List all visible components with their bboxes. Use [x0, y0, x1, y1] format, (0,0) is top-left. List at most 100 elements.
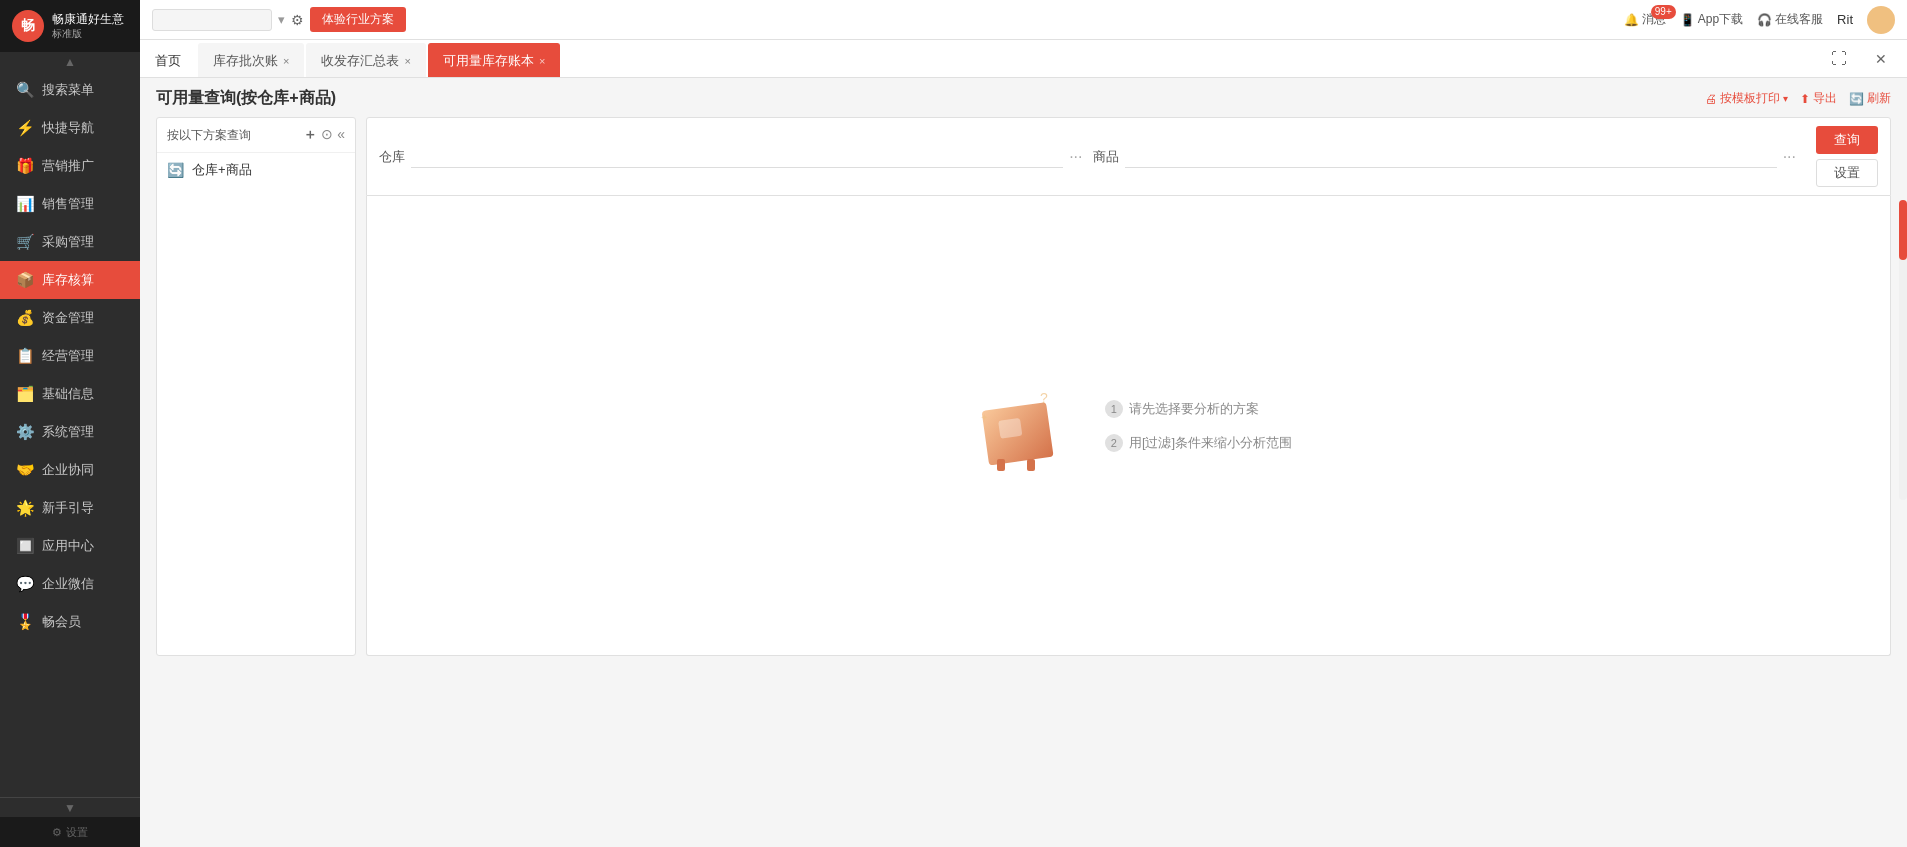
- sidebar-item-guide[interactable]: 🌟 新手引导: [0, 489, 140, 527]
- tab-home[interactable]: 首页: [140, 43, 196, 77]
- tab-refresh-button[interactable]: ✕: [1875, 51, 1887, 67]
- sidebar-item-marketing[interactable]: 🎁 营销推广: [0, 147, 140, 185]
- goods-more-dots[interactable]: ···: [1783, 148, 1796, 166]
- hint-2-text: 用[过滤]条件来缩小分析范围: [1129, 430, 1292, 456]
- sidebar-brand-text: 畅康通好生意 标准版: [52, 12, 124, 41]
- gift-icon: 🎁: [16, 157, 34, 175]
- main-area: ▾ ⚙ 体验行业方案 🔔 消息 99+ 📱 App下载 🎧 在线客服 Rit: [140, 0, 1907, 847]
- user-name: Rit: [1837, 12, 1853, 27]
- goods-filter-field: 商品 ···: [1093, 146, 1797, 168]
- content-layout: 按以下方案查询 ＋ ⊙ « 🔄 仓库+商品 仓库: [140, 109, 1907, 656]
- sidebar-item-inventory[interactable]: 📦 库存核算: [0, 261, 140, 299]
- sidebar-item-system[interactable]: ⚙️ 系统管理: [0, 413, 140, 451]
- filter-panel-title: 按以下方案查询: [167, 127, 251, 144]
- sidebar-item-search[interactable]: 🔍 搜索菜单: [0, 71, 140, 109]
- settings-filter-icon[interactable]: ⊙: [321, 126, 333, 144]
- sidebar-item-basic[interactable]: 🗂️ 基础信息: [0, 375, 140, 413]
- tab-receipt-close-icon[interactable]: ×: [404, 55, 410, 67]
- sidebar-item-operations[interactable]: 📋 经营管理: [0, 337, 140, 375]
- cart-icon: 🛒: [16, 233, 34, 251]
- topbar-dropdown-arrow[interactable]: ▾: [278, 12, 285, 27]
- sidebar-footer: ⚙ 设置: [0, 817, 140, 847]
- trial-button[interactable]: 体验行业方案: [310, 7, 406, 32]
- sidebar-item-member[interactable]: 🎖️ 畅会员: [0, 603, 140, 641]
- empty-hints: 1 请先选择要分析的方案 2 用[过滤]条件来缩小分析范围: [1105, 396, 1292, 456]
- settings-button[interactable]: 设置: [1816, 159, 1878, 187]
- empty-box-svg: ? ✦: [965, 371, 1075, 481]
- goods-label: 商品: [1093, 148, 1119, 166]
- svg-text:?: ?: [1040, 390, 1048, 406]
- headset-icon: 🎧: [1757, 13, 1772, 27]
- message-bell-icon: 🔔: [1624, 13, 1639, 27]
- right-panel: 仓库 ··· 商品 ··· 查询 设置: [366, 117, 1891, 656]
- sidebar-item-shortcut[interactable]: ⚡ 快捷导航: [0, 109, 140, 147]
- star-icon: 🌟: [16, 499, 34, 517]
- sidebar-item-purchase[interactable]: 🛒 采购管理: [0, 223, 140, 261]
- query-action-buttons: 查询 设置: [1806, 126, 1878, 187]
- topbar-left: ▾ ⚙ 体验行业方案: [152, 7, 1616, 32]
- svg-rect-1: [998, 417, 1022, 438]
- apps-icon: 🔲: [16, 537, 34, 555]
- hint-1-text: 请先选择要分析的方案: [1129, 396, 1259, 422]
- hint-2-number: 2: [1105, 434, 1123, 452]
- sidebar-scroll-up[interactable]: ▲: [0, 52, 140, 71]
- chart-icon: 📊: [16, 195, 34, 213]
- phone-icon: 📱: [1680, 13, 1695, 27]
- message-badge: 99+: [1651, 5, 1676, 19]
- warehouse-more-dots[interactable]: ···: [1069, 148, 1082, 166]
- filter-panel: 按以下方案查询 ＋ ⊙ « 🔄 仓库+商品: [156, 117, 356, 656]
- filter-item-warehouse-goods[interactable]: 🔄 仓库+商品: [157, 153, 355, 187]
- hint-1: 1 请先选择要分析的方案: [1105, 396, 1292, 422]
- query-button[interactable]: 查询: [1816, 126, 1878, 154]
- tabs-bar: 首页 库存批次账 × 收发存汇总表 × 可用量库存账本 × ⛶ ✕: [140, 40, 1907, 78]
- print-button[interactable]: 🖨 按模板打印 ▾: [1705, 90, 1788, 107]
- member-icon: 🎖️: [16, 613, 34, 631]
- tab-receipt[interactable]: 收发存汇总表 ×: [306, 43, 425, 77]
- sidebar-item-apps[interactable]: 🔲 应用中心: [0, 527, 140, 565]
- empty-state-content: ? ✦ 1 请先选择要分析的方案 2 用[: [965, 371, 1292, 481]
- goods-input[interactable]: [1125, 146, 1777, 168]
- sidebar-header: 畅 畅康通好生意 标准版: [0, 0, 140, 52]
- empty-illustration: ? ✦: [965, 371, 1075, 481]
- topbar-search-input[interactable]: [152, 9, 272, 31]
- sidebar-item-company[interactable]: 🤝 企业协同: [0, 451, 140, 489]
- hint-1-number: 1: [1105, 400, 1123, 418]
- add-filter-icon[interactable]: ＋: [303, 126, 317, 144]
- topbar-gear-icon[interactable]: ⚙: [291, 12, 304, 28]
- gear-icon: ⚙️: [16, 423, 34, 441]
- refresh-button[interactable]: 🔄 刷新: [1849, 90, 1891, 107]
- app-download-link[interactable]: 📱 App下载: [1680, 11, 1743, 28]
- online-service-link[interactable]: 🎧 在线客服: [1757, 11, 1823, 28]
- tab-available-close-icon[interactable]: ×: [539, 55, 545, 67]
- svg-rect-3: [1027, 459, 1035, 471]
- sidebar-item-sales[interactable]: 📊 销售管理: [0, 185, 140, 223]
- sidebar-scroll-down[interactable]: ▼: [0, 797, 140, 817]
- filter-header-actions: ＋ ⊙ «: [303, 126, 345, 144]
- box-icon: 📦: [16, 271, 34, 289]
- tab-batch-close-icon[interactable]: ×: [283, 55, 289, 67]
- money-icon: 💰: [16, 309, 34, 327]
- message-icon-area[interactable]: 🔔 消息 99+: [1624, 11, 1666, 28]
- warehouse-label: 仓库: [379, 148, 405, 166]
- page-area: 可用量查询(按仓库+商品) 🖨 按模板打印 ▾ ⬆ 导出 🔄 刷新: [140, 78, 1907, 847]
- export-icon: ⬆: [1800, 92, 1810, 106]
- right-scroll-thumb[interactable]: [1899, 200, 1907, 260]
- empty-state-area: ? ✦ 1 请先选择要分析的方案 2 用[: [366, 196, 1891, 656]
- page-header: 可用量查询(按仓库+商品) 🖨 按模板打印 ▾ ⬆ 导出 🔄 刷新: [140, 78, 1907, 109]
- collapse-filter-icon[interactable]: «: [337, 126, 345, 144]
- svg-text:✦: ✦: [980, 412, 988, 423]
- export-button[interactable]: ⬆ 导出: [1800, 90, 1837, 107]
- tab-available[interactable]: 可用量库存账本 ×: [428, 43, 560, 77]
- hint-2: 2 用[过滤]条件来缩小分析范围: [1105, 430, 1292, 456]
- warehouse-input[interactable]: [411, 146, 1063, 168]
- sidebar-item-funds[interactable]: 💰 资金管理: [0, 299, 140, 337]
- filter-panel-header: 按以下方案查询 ＋ ⊙ «: [157, 118, 355, 153]
- print-dropdown-icon[interactable]: ▾: [1783, 93, 1788, 104]
- page-title: 可用量查询(按仓库+商品): [156, 88, 336, 109]
- warehouse-filter-field: 仓库 ···: [379, 146, 1083, 168]
- tab-expand-button[interactable]: ⛶: [1831, 50, 1847, 68]
- sidebar-item-wechat[interactable]: 💬 企业微信: [0, 565, 140, 603]
- svg-rect-2: [997, 459, 1005, 471]
- sidebar-menu: 🔍 搜索菜单 ⚡ 快捷导航 🎁 营销推广 📊 销售管理 🛒 采购管理 📦 库存核…: [0, 71, 140, 797]
- tab-batch[interactable]: 库存批次账 ×: [198, 43, 304, 77]
